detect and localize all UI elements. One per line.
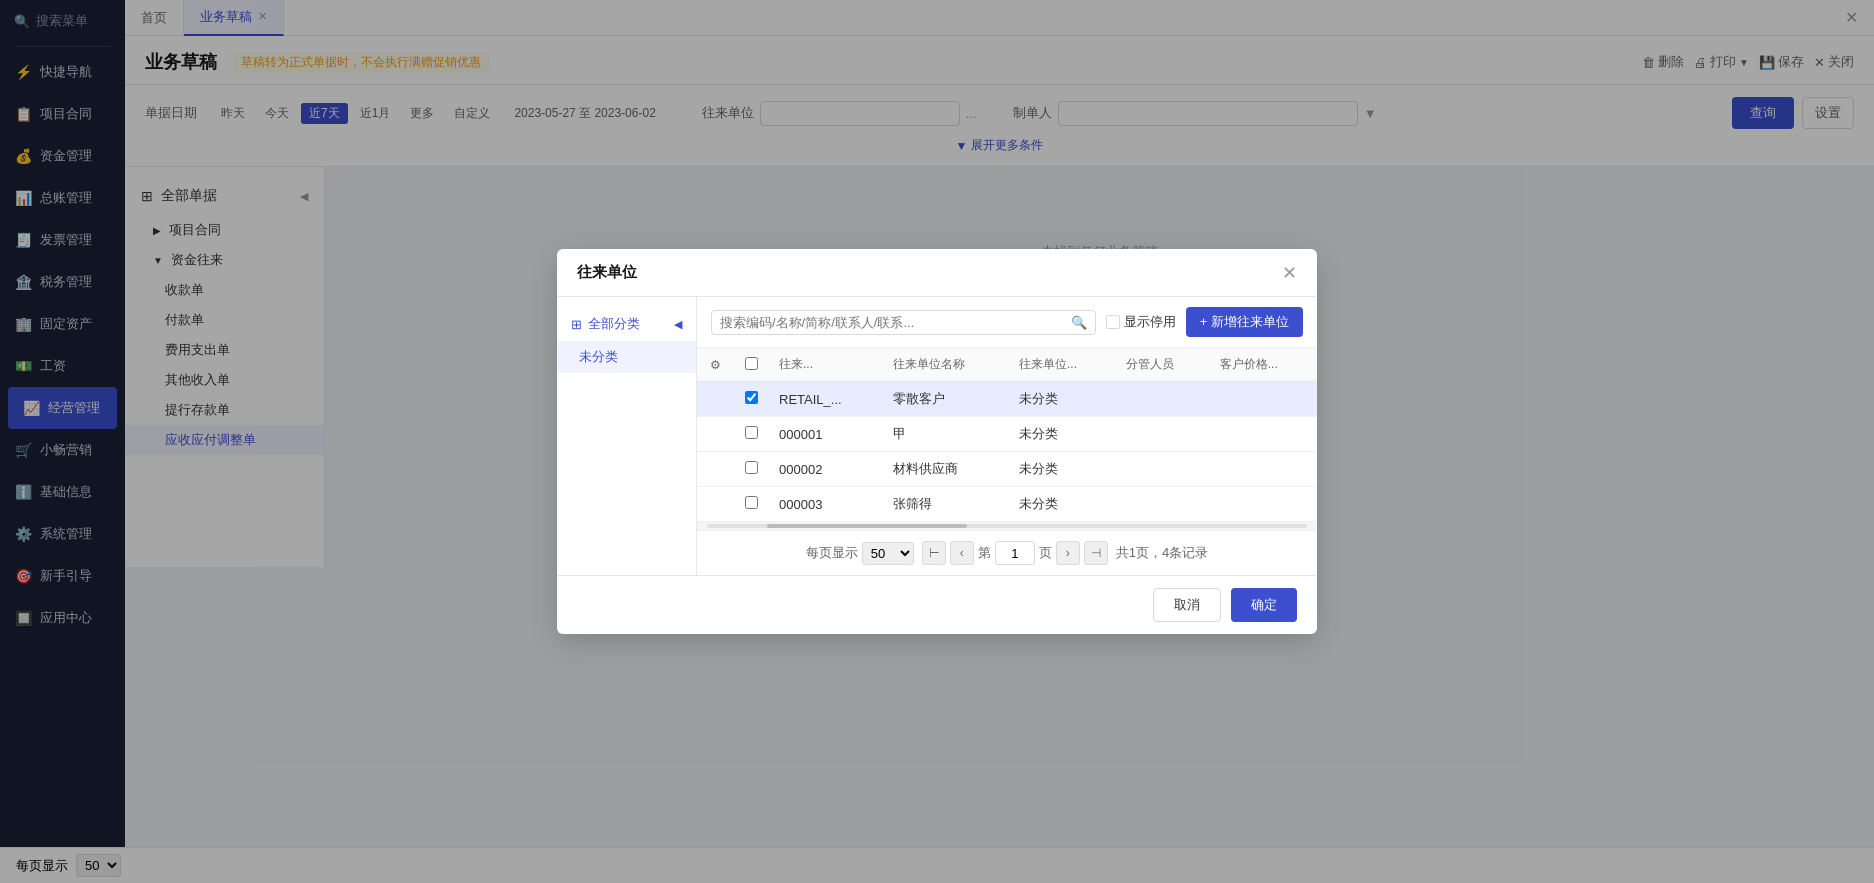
cat-item-unclassified[interactable]: 未分类 <box>557 341 696 373</box>
row-code: 000001 <box>769 417 883 452</box>
page-nav: ⊢ ‹ 第 页 › ⊣ <box>922 541 1108 565</box>
partner-table: ⚙ 往来... 往来单位名称 往来单位... 分管人员 客户价格... <box>697 348 1317 522</box>
horizontal-scrollbar[interactable] <box>697 522 1317 530</box>
row-checkbox-4[interactable] <box>745 496 758 509</box>
row-manager <box>1116 452 1209 487</box>
row-name: 张筛得 <box>883 487 1009 522</box>
row-code: 000003 <box>769 487 883 522</box>
grid-cat-icon: ⊞ <box>571 317 582 332</box>
row-settings <box>697 452 733 487</box>
page-label-pre: 第 <box>978 544 991 562</box>
row-name: 材料供应商 <box>883 452 1009 487</box>
th-settings: ⚙ <box>697 348 733 382</box>
dialog-close-btn[interactable]: ✕ <box>1282 264 1297 282</box>
row-manager <box>1116 487 1209 522</box>
current-page-input[interactable] <box>995 541 1035 565</box>
row-settings <box>697 487 733 522</box>
add-partner-button[interactable]: + 新增往来单位 <box>1186 307 1303 337</box>
row-name: 零散客户 <box>883 382 1009 417</box>
prev-page-btn[interactable]: ‹ <box>950 541 974 565</box>
dialog-header: 往来单位 ✕ <box>557 249 1317 297</box>
search-box: 🔍 <box>711 310 1096 335</box>
first-page-btn[interactable]: ⊢ <box>922 541 946 565</box>
row-checkbox-3[interactable] <box>745 461 758 474</box>
cancel-button[interactable]: 取消 <box>1153 588 1221 622</box>
row-settings <box>697 382 733 417</box>
th-price: 客户价格... <box>1210 348 1317 382</box>
row-manager <box>1116 417 1209 452</box>
page-size-select: 每页显示 50 100 200 <box>806 542 914 565</box>
settings-col-icon[interactable]: ⚙ <box>710 358 721 372</box>
checkbox-icon <box>1106 315 1120 329</box>
list-panel: 🔍 显示停用 + 新增往来单位 ⚙ <box>697 297 1317 575</box>
row-check[interactable] <box>733 417 769 452</box>
cat-header-label: 全部分类 <box>588 315 640 333</box>
table-header-row: ⚙ 往来... 往来单位名称 往来单位... 分管人员 客户价格... <box>697 348 1317 382</box>
select-all-checkbox[interactable] <box>745 357 758 370</box>
th-manager: 分管人员 <box>1116 348 1209 382</box>
row-settings <box>697 417 733 452</box>
th-name: 往来单位名称 <box>883 348 1009 382</box>
per-page-label: 每页显示 <box>806 544 858 562</box>
data-table: ⚙ 往来... 往来单位名称 往来单位... 分管人员 客户价格... <box>697 348 1317 522</box>
pagination: 每页显示 50 100 200 ⊢ ‹ 第 页 › <box>697 530 1317 575</box>
row-manager <box>1116 382 1209 417</box>
per-page-dropdown[interactable]: 50 100 200 <box>862 542 914 565</box>
row-code: RETAIL_... <box>769 382 883 417</box>
row-price <box>1210 452 1317 487</box>
table-row[interactable]: 000003 张筛得 未分类 <box>697 487 1317 522</box>
scrollbar-track <box>707 524 1307 528</box>
confirm-button[interactable]: 确定 <box>1231 588 1297 622</box>
partner-search-input[interactable] <box>720 315 1065 330</box>
th-code: 往来... <box>769 348 883 382</box>
row-category: 未分类 <box>1009 417 1116 452</box>
category-header[interactable]: ⊞ 全部分类 ◀ <box>557 307 696 341</box>
show-disabled-label: 显示停用 <box>1124 313 1176 331</box>
row-name: 甲 <box>883 417 1009 452</box>
row-price <box>1210 417 1317 452</box>
th-category: 往来单位... <box>1009 348 1116 382</box>
show-disabled-checkbox[interactable]: 显示停用 <box>1106 313 1176 331</box>
row-category: 未分类 <box>1009 452 1116 487</box>
page-label-post: 页 <box>1039 544 1052 562</box>
cat-collapse-icon[interactable]: ◀ <box>674 318 682 331</box>
row-check[interactable] <box>733 452 769 487</box>
row-code: 000002 <box>769 452 883 487</box>
dialog-title: 往来单位 <box>577 263 637 282</box>
table-row[interactable]: 000002 材料供应商 未分类 <box>697 452 1317 487</box>
dialog-body: ⊞ 全部分类 ◀ 未分类 🔍 显示停用 <box>557 297 1317 575</box>
row-category: 未分类 <box>1009 487 1116 522</box>
search-input-icon: 🔍 <box>1071 315 1087 330</box>
dialog-footer: 取消 确定 <box>557 575 1317 634</box>
category-panel: ⊞ 全部分类 ◀ 未分类 <box>557 297 697 575</box>
row-price <box>1210 382 1317 417</box>
row-checkbox-2[interactable] <box>745 426 758 439</box>
next-page-btn[interactable]: › <box>1056 541 1080 565</box>
last-page-btn[interactable]: ⊣ <box>1084 541 1108 565</box>
partner-dialog: 往来单位 ✕ ⊞ 全部分类 ◀ 未分类 <box>557 249 1317 634</box>
row-check[interactable] <box>733 382 769 417</box>
dialog-overlay: 往来单位 ✕ ⊞ 全部分类 ◀ 未分类 <box>0 0 1874 883</box>
scrollbar-thumb[interactable] <box>767 524 967 528</box>
total-label: 共1页，4条记录 <box>1116 544 1208 562</box>
row-checkbox-1[interactable] <box>745 391 758 404</box>
row-check[interactable] <box>733 487 769 522</box>
table-row[interactable]: RETAIL_... 零散客户 未分类 <box>697 382 1317 417</box>
table-row[interactable]: 000001 甲 未分类 <box>697 417 1317 452</box>
list-toolbar: 🔍 显示停用 + 新增往来单位 <box>697 297 1317 348</box>
row-category: 未分类 <box>1009 382 1116 417</box>
th-check <box>733 348 769 382</box>
row-price <box>1210 487 1317 522</box>
